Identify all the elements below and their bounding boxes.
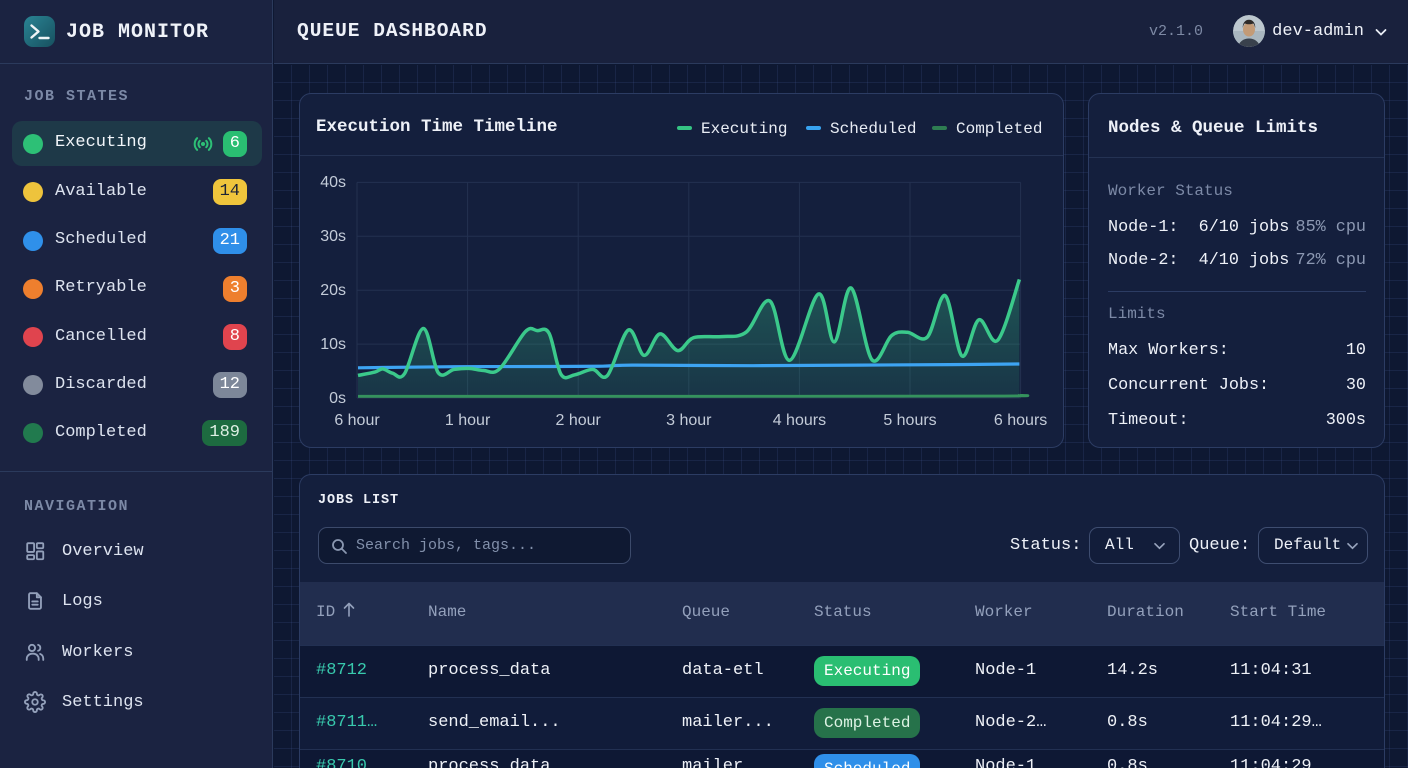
svg-text:40s: 40s: [320, 174, 346, 191]
svg-text:4 hours: 4 hours: [773, 412, 826, 429]
svg-text:20s: 20s: [320, 282, 346, 299]
svg-text:0s: 0s: [329, 390, 346, 407]
svg-text:2 hour: 2 hour: [556, 412, 602, 429]
svg-text:1 hour: 1 hour: [445, 412, 491, 429]
svg-text:6 hours: 6 hours: [994, 412, 1047, 429]
svg-text:30s: 30s: [320, 228, 346, 245]
svg-text:10s: 10s: [320, 336, 346, 353]
svg-text:6 hour: 6 hour: [334, 412, 380, 429]
svg-text:5 hours: 5 hours: [883, 412, 936, 429]
svg-text:3 hour: 3 hour: [666, 412, 712, 429]
